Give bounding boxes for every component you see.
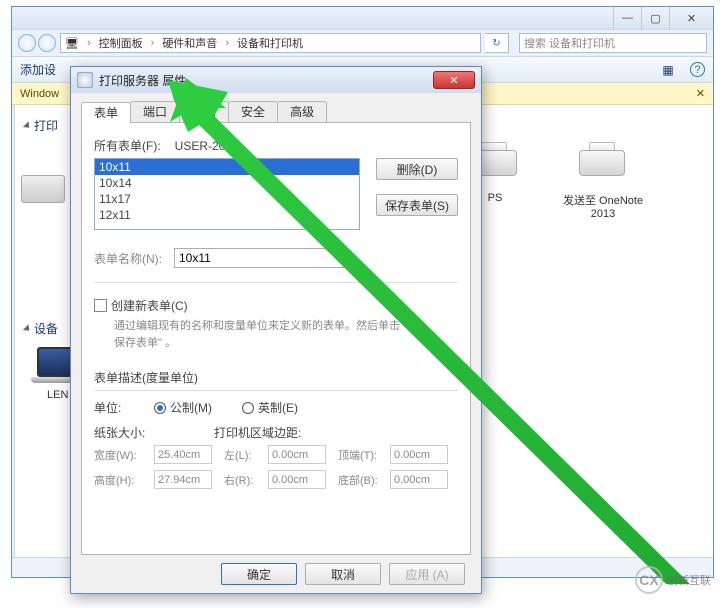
save-form-button[interactable]: 保存表单(S) [376, 194, 458, 216]
crumb-devices-printers[interactable]: 设备和打印机 [233, 35, 307, 51]
ok-button[interactable]: 确定 [221, 563, 297, 585]
tab-forms[interactable]: 表单 [81, 102, 131, 123]
unit-imperial-radio[interactable] [242, 402, 254, 414]
left-label: 左(L): [224, 447, 264, 463]
bottom-input[interactable]: 0.00cm [390, 470, 448, 489]
device-onenote-l2: 2013 [591, 208, 615, 220]
help-icon[interactable]: ? [690, 62, 705, 77]
create-new-form-label: 创建新表单(C) [111, 297, 188, 314]
dialog-icon [77, 72, 93, 88]
nav-bar: 🖥› 控制面板› 硬件和声音› 设备和打印机 ↻ 搜索 设备和打印机 [12, 29, 713, 57]
unit-label: 单位: [94, 399, 154, 416]
title-bar: — ▢ ✕ [12, 7, 713, 29]
right-label: 右(R): [224, 472, 264, 488]
dialog-tabs: 表单 端口 驱动 安全 高级 [81, 101, 471, 123]
unit-imperial-label: 英制(E) [258, 399, 298, 416]
list-item[interactable]: 12x11 [95, 207, 359, 223]
close-button[interactable]: ✕ [669, 7, 713, 29]
minimize-button[interactable]: — [613, 7, 641, 29]
top-label: 顶端(T): [338, 447, 386, 463]
forms-listbox[interactable]: 10x11 10x14 11x17 12x11 [94, 158, 360, 230]
breadcrumb[interactable]: 🖥› 控制面板› 硬件和声音› 设备和打印机 [60, 33, 481, 53]
height-input[interactable]: 27.94cm [154, 470, 212, 489]
form-desc-header: 表单描述(度量单位) [94, 369, 458, 386]
print-server-properties-dialog: 打印服务器 属性 ✕ 表单 端口 驱动 安全 高级 所有表单(F): USER-… [70, 66, 482, 594]
delete-button[interactable]: 删除(D) [376, 158, 458, 180]
tab-ports[interactable]: 端口 [130, 101, 180, 122]
all-forms-label: 所有表单(F): [94, 137, 161, 154]
watermark-text: 创新互联 [667, 572, 711, 588]
create-new-form-checkbox[interactable] [94, 299, 107, 312]
refresh-button[interactable]: ↻ [485, 33, 509, 53]
form-name-label: 表单名称(N): [94, 250, 174, 267]
tab-drivers[interactable]: 驱动 [179, 101, 229, 122]
unit-metric-label: 公制(M) [170, 399, 212, 416]
dialog-close-button[interactable]: ✕ [433, 71, 475, 89]
device-onenote-l1: 发送至 OneNote [563, 192, 643, 208]
watermark-badge: CX [635, 566, 663, 594]
dialog-title-bar[interactable]: 打印服务器 属性 ✕ [71, 67, 481, 93]
width-label: 宽度(W): [94, 447, 150, 463]
forward-button[interactable] [38, 34, 56, 52]
watermark: CX 创新互联 [635, 566, 711, 594]
list-item[interactable]: 10x14 [95, 175, 359, 191]
tab-advanced[interactable]: 高级 [277, 101, 327, 122]
dialog-footer: 确定 取消 应用 (A) [81, 555, 471, 593]
height-label: 高度(H): [94, 472, 150, 488]
right-input[interactable]: 0.00cm [268, 470, 326, 489]
crumb-hardware-sound[interactable]: 硬件和声音 [158, 35, 221, 51]
list-item[interactable]: 11x17 [95, 191, 359, 207]
all-forms-value: USER-20ID [175, 139, 238, 153]
left-input[interactable]: 0.00cm [268, 445, 326, 464]
view-icon[interactable]: ▦ [660, 62, 676, 78]
top-input[interactable]: 0.00cm [390, 445, 448, 464]
maximize-button[interactable]: ▢ [641, 7, 669, 29]
back-button[interactable] [18, 34, 36, 52]
unit-metric-radio[interactable] [154, 402, 166, 414]
device-ps-label: PS [488, 192, 503, 204]
paper-size-label: 纸张大小: [94, 424, 214, 441]
list-item[interactable]: 10x11 [95, 159, 359, 175]
apply-button[interactable]: 应用 (A) [389, 563, 465, 585]
add-device-menu[interactable]: 添加设 [20, 61, 56, 78]
width-input[interactable]: 25.40cm [154, 445, 212, 464]
device-len-label: LEN [47, 389, 68, 401]
info-bar-close[interactable]: ✕ [696, 87, 705, 100]
cancel-button[interactable]: 取消 [305, 563, 381, 585]
device-onenote[interactable]: 发送至 OneNote 2013 [563, 140, 643, 220]
tab-security[interactable]: 安全 [228, 101, 278, 122]
crumb-control-panel[interactable]: 控制面板 [95, 35, 147, 51]
dialog-title: 打印服务器 属性 [99, 72, 186, 89]
info-bar-text: Window [20, 88, 59, 100]
search-input[interactable]: 搜索 设备和打印机 [519, 33, 707, 53]
bottom-label: 底部(B): [338, 472, 386, 488]
breadcrumb-icon: 🖥 [61, 37, 83, 50]
margins-label: 打印机区域边距: [214, 424, 301, 441]
form-name-input[interactable] [174, 248, 344, 268]
device-scanner[interactable] [21, 175, 65, 213]
tab-panel-forms: 所有表单(F): USER-20ID 10x11 10x14 11x17 12x… [81, 123, 471, 555]
hint-text: 通过编辑现有的名称和度量单位来定义新的表单。然后单击 " 保存表单" 。 [114, 318, 458, 351]
